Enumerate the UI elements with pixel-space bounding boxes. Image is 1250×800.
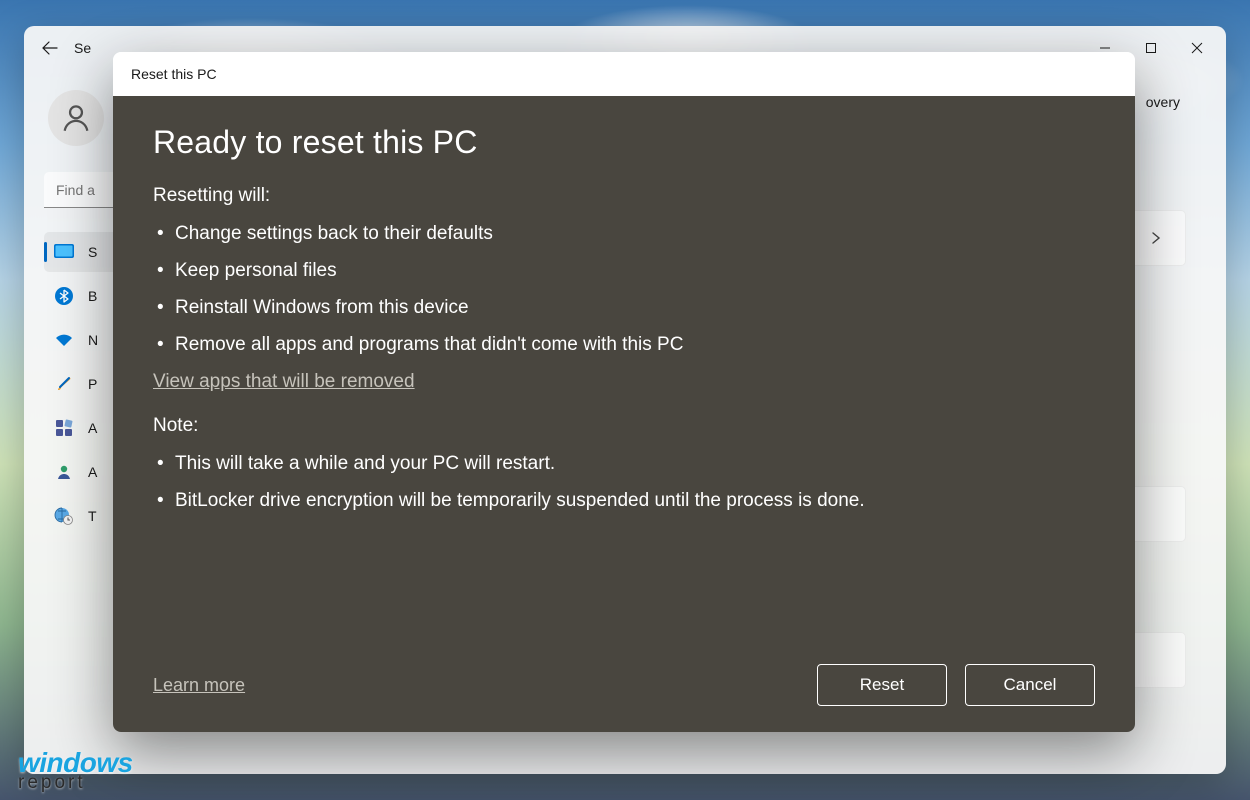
note-label: Note: [153,415,1095,437]
list-item: Reinstall Windows from this device [153,289,1095,326]
maximize-icon [1145,42,1157,54]
learn-more-link[interactable]: Learn more [153,675,245,696]
sidebar-item-label: A [88,464,97,480]
sidebar-item-label: B [88,288,97,304]
close-button[interactable] [1174,30,1220,66]
reset-pc-dialog: Reset this PC Ready to reset this PC Res… [113,52,1135,732]
person-icon [59,101,93,135]
sidebar-item-label: P [88,376,97,392]
system-icon [54,242,74,262]
globe-clock-icon [54,506,74,526]
close-icon [1191,42,1203,54]
wifi-icon [54,330,74,350]
list-item: Keep personal files [153,252,1095,289]
dialog-header-title: Reset this PC [131,66,217,82]
reset-effects-list: Change settings back to their defaults K… [153,215,1095,363]
dialog-header: Reset this PC [113,52,1135,96]
sidebar-item-label: A [88,420,97,436]
note-list: This will take a while and your PC will … [153,445,1095,519]
apps-icon [54,418,74,438]
arrow-left-icon [42,40,58,56]
window-title: Se [74,40,91,56]
sidebar-item-label: N [88,332,98,348]
chevron-right-icon [1149,231,1163,245]
list-item: Remove all apps and programs that didn't… [153,326,1095,363]
reset-button[interactable]: Reset [817,664,947,706]
brush-icon [54,374,74,394]
account-icon [54,462,74,482]
sidebar-item-label: T [88,508,97,524]
back-button[interactable] [30,30,70,66]
list-item: Change settings back to their defaults [153,215,1095,252]
watermark: windows report [18,752,133,790]
cancel-button[interactable]: Cancel [965,664,1095,706]
list-item: This will take a while and your PC will … [153,445,1095,482]
dialog-title: Ready to reset this PC [153,124,1095,161]
sidebar-item-label: S [88,244,97,260]
view-apps-link[interactable]: View apps that will be removed [153,371,1095,393]
resetting-will-label: Resetting will: [153,185,1095,207]
list-item: BitLocker drive encryption will be tempo… [153,482,1095,519]
bluetooth-icon [54,286,74,306]
avatar [48,90,104,146]
